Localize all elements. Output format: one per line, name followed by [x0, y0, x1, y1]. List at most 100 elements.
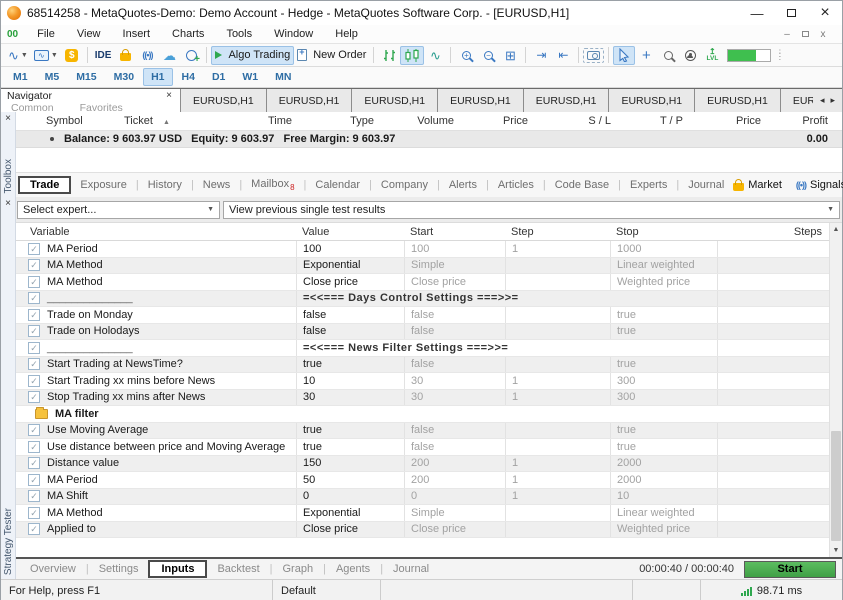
- new-order-button[interactable]: New Order: [294, 46, 369, 65]
- search-button[interactable]: [657, 46, 679, 65]
- steps-cell[interactable]: [717, 439, 842, 455]
- menu-file[interactable]: File: [26, 25, 66, 43]
- steps-cell[interactable]: [717, 422, 842, 438]
- level-button[interactable]: ↥ LVL: [701, 46, 723, 65]
- tab-scroll-right-icon[interactable]: ▸: [830, 95, 835, 106]
- value-cell[interactable]: true: [296, 439, 404, 455]
- trade-column-tp[interactable]: T / P: [615, 115, 687, 127]
- stop-cell[interactable]: true: [610, 422, 717, 438]
- parameter-checkbox[interactable]: ✓: [28, 440, 40, 453]
- parameter-checkbox[interactable]: ✓: [28, 325, 40, 338]
- chart-shift-button[interactable]: ⇥: [530, 46, 552, 65]
- status-profile[interactable]: Default: [273, 580, 381, 600]
- menu-window[interactable]: Window: [263, 25, 324, 43]
- trade-column-price[interactable]: Price: [458, 115, 532, 127]
- start-cell[interactable]: false: [404, 422, 505, 438]
- scrollbar-thumb[interactable]: [831, 431, 841, 541]
- step-cell[interactable]: 1: [505, 373, 610, 389]
- timeframe-m15[interactable]: M15: [68, 68, 104, 86]
- timeframe-m1[interactable]: M1: [5, 68, 36, 86]
- parameter-checkbox[interactable]: ✓: [28, 490, 40, 503]
- value-cell[interactable]: true: [296, 422, 404, 438]
- steps-cell[interactable]: [717, 488, 842, 504]
- steps-cell[interactable]: [717, 521, 842, 537]
- toolbox-tab-journal[interactable]: Journal: [679, 177, 733, 193]
- value-cell[interactable]: 10: [296, 373, 404, 389]
- algo-trading-button[interactable]: Algo Trading: [211, 45, 295, 65]
- chart-tab[interactable]: EURUSD,H1: [695, 89, 781, 112]
- tile-windows-button[interactable]: ⊞: [499, 46, 521, 65]
- tester-tab-backtest[interactable]: Backtest: [207, 561, 269, 577]
- start-button[interactable]: Start: [744, 560, 836, 578]
- inputs-column-stop[interactable]: Stop: [610, 226, 717, 238]
- trade-column-symbol[interactable]: Symbol: [16, 115, 120, 127]
- parameter-checkbox[interactable]: ✓: [28, 374, 40, 387]
- stop-cell[interactable]: Linear weighted: [610, 505, 717, 521]
- trade-column-ticket[interactable]: Ticket ▲: [120, 115, 196, 127]
- trade-column-sl[interactable]: S / L: [532, 115, 615, 127]
- toolbox-tab-company[interactable]: Company: [372, 177, 437, 193]
- value-cell[interactable]: 100: [296, 241, 404, 257]
- start-cell[interactable]: Close price: [404, 521, 505, 537]
- value-cell[interactable]: false: [296, 323, 404, 339]
- menu-charts[interactable]: Charts: [161, 25, 215, 43]
- tester-tab-agents[interactable]: Agents: [326, 561, 380, 577]
- steps-cell[interactable]: [717, 274, 842, 290]
- results-select[interactable]: View previous single test results ▼: [223, 200, 840, 219]
- menu-tools[interactable]: Tools: [215, 25, 263, 43]
- toolbox-tab-history[interactable]: History: [139, 177, 191, 193]
- step-cell[interactable]: [505, 307, 610, 323]
- value-cell[interactable]: 50: [296, 472, 404, 488]
- stop-cell[interactable]: 10: [610, 488, 717, 504]
- parameter-checkbox[interactable]: ✓: [28, 457, 40, 470]
- timeframe-h1[interactable]: H1: [143, 68, 173, 86]
- parameter-checkbox[interactable]: ✓: [28, 391, 40, 404]
- steps-cell[interactable]: [717, 241, 842, 257]
- stop-cell[interactable]: 300: [610, 373, 717, 389]
- start-cell[interactable]: false: [404, 307, 505, 323]
- stop-cell[interactable]: Linear weighted: [610, 257, 717, 273]
- step-cell[interactable]: [505, 257, 610, 273]
- timeframe-w1[interactable]: W1: [234, 68, 266, 86]
- parameter-checkbox[interactable]: ✓: [28, 424, 40, 437]
- start-cell[interactable]: false: [404, 439, 505, 455]
- stop-cell[interactable]: true: [610, 307, 717, 323]
- step-cell[interactable]: [505, 422, 610, 438]
- stop-cell[interactable]: Weighted price: [610, 521, 717, 537]
- inputs-column-start[interactable]: Start: [404, 226, 505, 238]
- trade-column-price[interactable]: Price: [687, 115, 765, 127]
- support-button[interactable]: [679, 46, 701, 65]
- parameter-checkbox[interactable]: ✓: [28, 473, 40, 486]
- steps-cell[interactable]: [717, 323, 842, 339]
- toolbox-tab-alerts[interactable]: Alerts: [440, 177, 486, 193]
- tester-tab-graph[interactable]: Graph: [273, 561, 324, 577]
- steps-cell[interactable]: [717, 373, 842, 389]
- chart-tab[interactable]: EURUSD,H1: [266, 89, 353, 112]
- zoom-in-button[interactable]: +: [455, 46, 477, 65]
- trade-column-type[interactable]: Type: [296, 115, 378, 127]
- start-cell[interactable]: 100: [404, 241, 505, 257]
- signals-button[interactable]: ((•)): [136, 46, 158, 65]
- ide-button[interactable]: IDE: [92, 46, 115, 65]
- tester-tab-settings[interactable]: Settings: [89, 561, 149, 577]
- stop-cell[interactable]: Weighted price: [610, 274, 717, 290]
- scroll-up-icon[interactable]: ▲: [830, 223, 842, 236]
- toolbox-close-icon[interactable]: ×: [5, 113, 11, 125]
- scroll-down-icon[interactable]: ▼: [830, 544, 842, 557]
- navigator-tab-favorites[interactable]: Favorites: [80, 102, 123, 112]
- steps-cell[interactable]: [717, 257, 842, 273]
- expert-select[interactable]: Select expert... ▼: [17, 200, 220, 219]
- value-cell[interactable]: 150: [296, 455, 404, 471]
- start-cell[interactable]: Simple: [404, 505, 505, 521]
- close-button[interactable]: ×: [808, 1, 842, 25]
- trade-column-time[interactable]: Time: [196, 115, 296, 127]
- inputs-column-variable[interactable]: Variable: [16, 226, 296, 238]
- navigator-close-icon[interactable]: ×: [166, 90, 172, 101]
- timeframe-m5[interactable]: M5: [37, 68, 68, 86]
- toolbox-tab-exposure[interactable]: Exposure: [71, 177, 135, 193]
- auto-scroll-button[interactable]: ⇤: [552, 46, 574, 65]
- timeframe-mn[interactable]: MN: [267, 68, 299, 86]
- stop-cell[interactable]: 300: [610, 389, 717, 405]
- step-cell[interactable]: [505, 323, 610, 339]
- step-cell[interactable]: [505, 274, 610, 290]
